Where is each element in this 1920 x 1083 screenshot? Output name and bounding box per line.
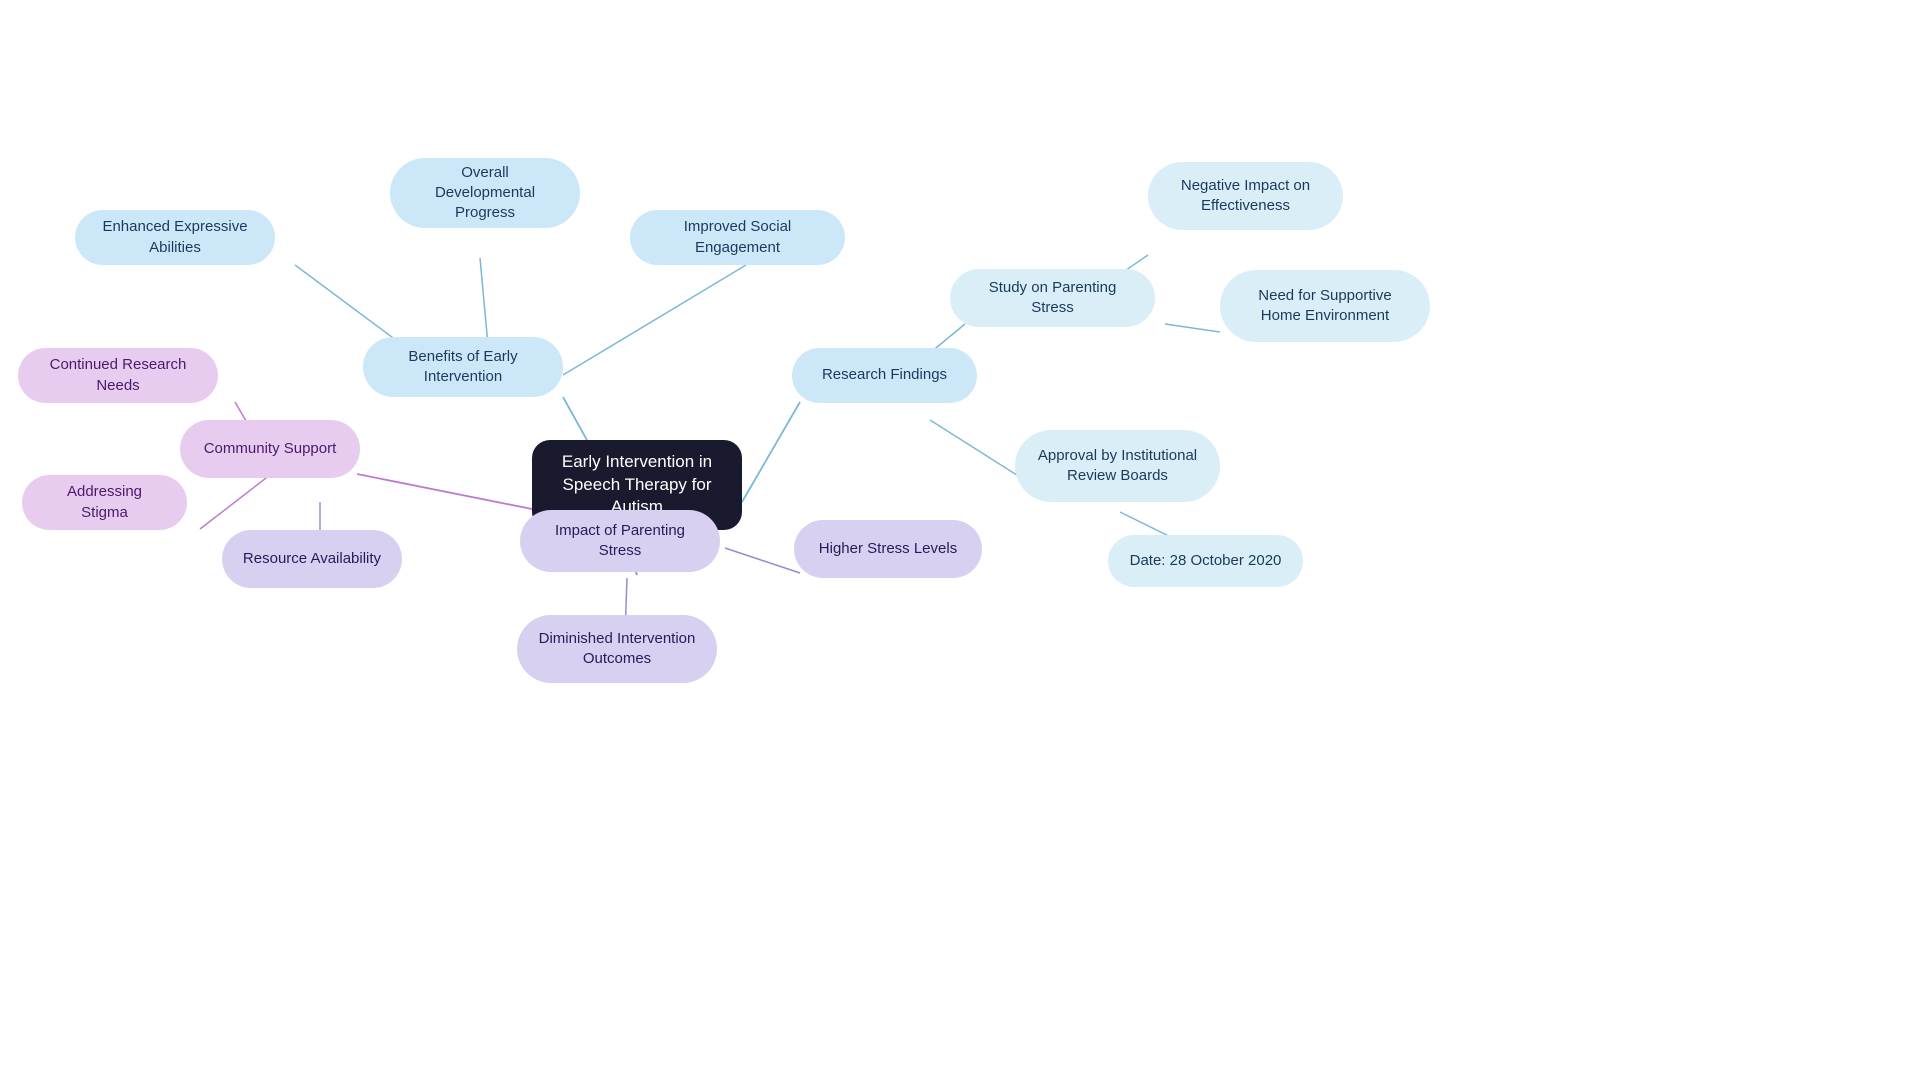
addressing-stigma-node[interactable]: Addressing Stigma bbox=[22, 475, 187, 530]
overall-dev-node[interactable]: Overall Developmental Progress bbox=[390, 158, 580, 228]
need-supportive-node[interactable]: Need for Supportive Home Environment bbox=[1220, 270, 1430, 342]
improved-social-node[interactable]: Improved Social Engagement bbox=[630, 210, 845, 265]
community-support-node[interactable]: Community Support bbox=[180, 420, 360, 478]
higher-stress-node[interactable]: Higher Stress Levels bbox=[794, 520, 982, 578]
negative-impact-node[interactable]: Negative Impact on Effectiveness bbox=[1148, 162, 1343, 230]
study-parenting-node[interactable]: Study on Parenting Stress bbox=[950, 269, 1155, 327]
research-findings-node[interactable]: Research Findings bbox=[792, 348, 977, 403]
date-node[interactable]: Date: 28 October 2020 bbox=[1108, 535, 1303, 587]
continued-research-node[interactable]: Continued Research Needs bbox=[18, 348, 218, 403]
diminished-outcomes-node[interactable]: Diminished Intervention Outcomes bbox=[517, 615, 717, 683]
benefits-node[interactable]: Benefits of Early Intervention bbox=[363, 337, 563, 397]
impact-parenting-node[interactable]: Impact of Parenting Stress bbox=[520, 510, 720, 572]
enhanced-exp-node[interactable]: Enhanced Expressive Abilities bbox=[75, 210, 275, 265]
resource-availability-node[interactable]: Resource Availability bbox=[222, 530, 402, 588]
approval-irb-node[interactable]: Approval by Institutional Review Boards bbox=[1015, 430, 1220, 502]
